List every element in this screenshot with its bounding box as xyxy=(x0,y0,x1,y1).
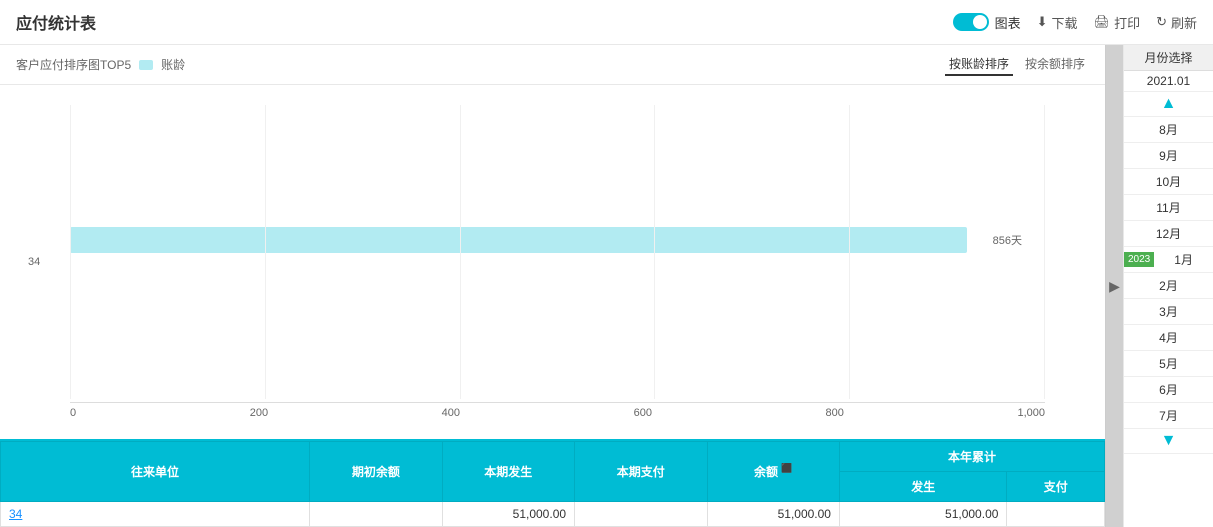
chart-toggle-label: 图表 xyxy=(995,13,1021,32)
x-tick-200: 200 xyxy=(250,407,268,419)
chevron-down-icon: ▼ xyxy=(1161,432,1177,450)
table-row: 34 51,000.00 51,000.00 51,000.00 xyxy=(1,502,1105,527)
table-wrap: 往来单位 期初余额 本期发生 本期支付 余额 ⬛ 本年累计 xyxy=(0,441,1105,527)
col-occur-header: 本期发生 xyxy=(442,442,574,502)
sidebar-year-display[interactable]: 2021.01 xyxy=(1124,71,1213,92)
x-tick-0: 0 xyxy=(70,407,76,419)
sidebar-down-button[interactable]: ▼ xyxy=(1124,429,1213,454)
sidebar-collapse-button[interactable]: ▶ xyxy=(1105,45,1123,527)
bar-chart: 34 856天 0 200 400 600 800 1,000 xyxy=(0,85,1105,439)
download-button[interactable]: ⬇ 下载 xyxy=(1037,13,1078,32)
col-ytd-occur-header: 发生 xyxy=(839,472,1006,502)
sidebar-month-12[interactable]: 12月 xyxy=(1124,221,1213,247)
legend-item: 账龄 xyxy=(161,56,185,73)
sidebar-month-7[interactable]: 7月 xyxy=(1124,403,1213,429)
data-table: 往来单位 期初余额 本期发生 本期支付 余额 ⬛ 本年累计 xyxy=(0,441,1105,527)
col-ytd-pay-header: 支付 xyxy=(1007,472,1105,502)
refresh-icon: ↻ xyxy=(1156,14,1167,30)
ytd-pay-cell xyxy=(1007,502,1105,527)
refresh-label: 刷新 xyxy=(1171,13,1197,32)
unit-cell[interactable]: 34 xyxy=(1,502,310,527)
header-actions: 图表 ⬇ 下载 🖨 打印 ↻ 刷新 xyxy=(953,13,1197,32)
legend-label: 客户应付排序图TOP5 xyxy=(16,56,131,73)
col-ytd-header: 本年累计 xyxy=(839,442,1104,472)
pay-cell xyxy=(575,502,707,527)
chart-toolbar: 客户应付排序图TOP5 账龄 按账龄排序 按余额排序 xyxy=(0,45,1105,85)
sort-by-amount-button[interactable]: 按余额排序 xyxy=(1021,53,1089,76)
table-section: 往来单位 期初余额 本期发生 本期支付 余额 ⬛ 本年累计 xyxy=(0,439,1105,527)
x-tick-400: 400 xyxy=(442,407,460,419)
ytd-occur-cell: 51,000.00 xyxy=(839,502,1006,527)
sidebar-up-button[interactable]: ▲ xyxy=(1124,92,1213,117)
sidebar-month-2[interactable]: 2月 xyxy=(1124,273,1213,299)
sidebar-month-11[interactable]: 11月 xyxy=(1124,195,1213,221)
sidebar-month-9[interactable]: 9月 xyxy=(1124,143,1213,169)
chart-area: 客户应付排序图TOP5 账龄 按账龄排序 按余额排序 34 856天 xyxy=(0,45,1105,527)
header: 应付统计表 图表 ⬇ 下载 🖨 打印 ↻ 刷新 xyxy=(0,0,1213,45)
occur-cell: 51,000.00 xyxy=(442,502,574,527)
print-label: 打印 xyxy=(1114,13,1140,32)
sidebar-month-5[interactable]: 5月 xyxy=(1124,351,1213,377)
legend-dot xyxy=(139,60,153,70)
x-tick-800: 800 xyxy=(826,407,844,419)
sidebar-header: 月份选择 xyxy=(1124,45,1213,71)
download-label: 下载 xyxy=(1052,13,1078,32)
sidebar-month-1-2023[interactable]: 1月 xyxy=(1154,247,1213,272)
x-tick-600: 600 xyxy=(634,407,652,419)
balance-cell: 51,000.00 xyxy=(707,502,839,527)
collapse-icon: ▶ xyxy=(1109,278,1120,295)
col-unit-header: 往来单位 xyxy=(1,442,310,502)
sidebar-month-3[interactable]: 3月 xyxy=(1124,299,1213,325)
sidebar-month-6[interactable]: 6月 xyxy=(1124,377,1213,403)
grid-lines xyxy=(70,105,1045,399)
main-content: 客户应付排序图TOP5 账龄 按账龄排序 按余额排序 34 856天 xyxy=(0,45,1213,527)
y-axis-label: 34 xyxy=(28,256,40,268)
balance-icon: ⬛ xyxy=(781,463,792,473)
print-icon: 🖨 xyxy=(1094,14,1111,30)
sort-buttons: 按账龄排序 按余额排序 xyxy=(945,53,1089,76)
chart-toggle[interactable] xyxy=(953,13,989,31)
opening-cell xyxy=(310,502,442,527)
download-icon: ⬇ xyxy=(1037,14,1048,30)
app-container: 应付统计表 图表 ⬇ 下载 🖨 打印 ↻ 刷新 xyxy=(0,0,1213,527)
sidebar-month-10[interactable]: 10月 xyxy=(1124,169,1213,195)
chart-legend: 客户应付排序图TOP5 账龄 xyxy=(16,56,185,73)
year-2023-badge: 2023 xyxy=(1124,252,1154,267)
month-sidebar: 月份选择 2021.01 ▲ 8月 9月 10月 11月 12月 2023 1月… xyxy=(1123,45,1213,527)
year-2023-row: 2023 1月 xyxy=(1124,247,1213,273)
col-opening-header: 期初余额 xyxy=(310,442,442,502)
col-balance-header: 余额 ⬛ xyxy=(707,442,839,502)
print-button[interactable]: 🖨 打印 xyxy=(1094,13,1141,32)
sort-by-balance-button[interactable]: 按账龄排序 xyxy=(945,53,1013,76)
chevron-up-icon: ▲ xyxy=(1161,95,1177,113)
page-title: 应付统计表 xyxy=(16,10,96,34)
sidebar-month-4[interactable]: 4月 xyxy=(1124,325,1213,351)
x-tick-1000: 1,000 xyxy=(1017,407,1045,419)
refresh-button[interactable]: ↻ 刷新 xyxy=(1156,13,1197,32)
col-pay-header: 本期支付 xyxy=(575,442,707,502)
sidebar-month-8[interactable]: 8月 xyxy=(1124,117,1213,143)
x-axis: 0 200 400 600 800 1,000 xyxy=(70,402,1045,419)
chart-toggle-wrap: 图表 xyxy=(953,13,1021,32)
